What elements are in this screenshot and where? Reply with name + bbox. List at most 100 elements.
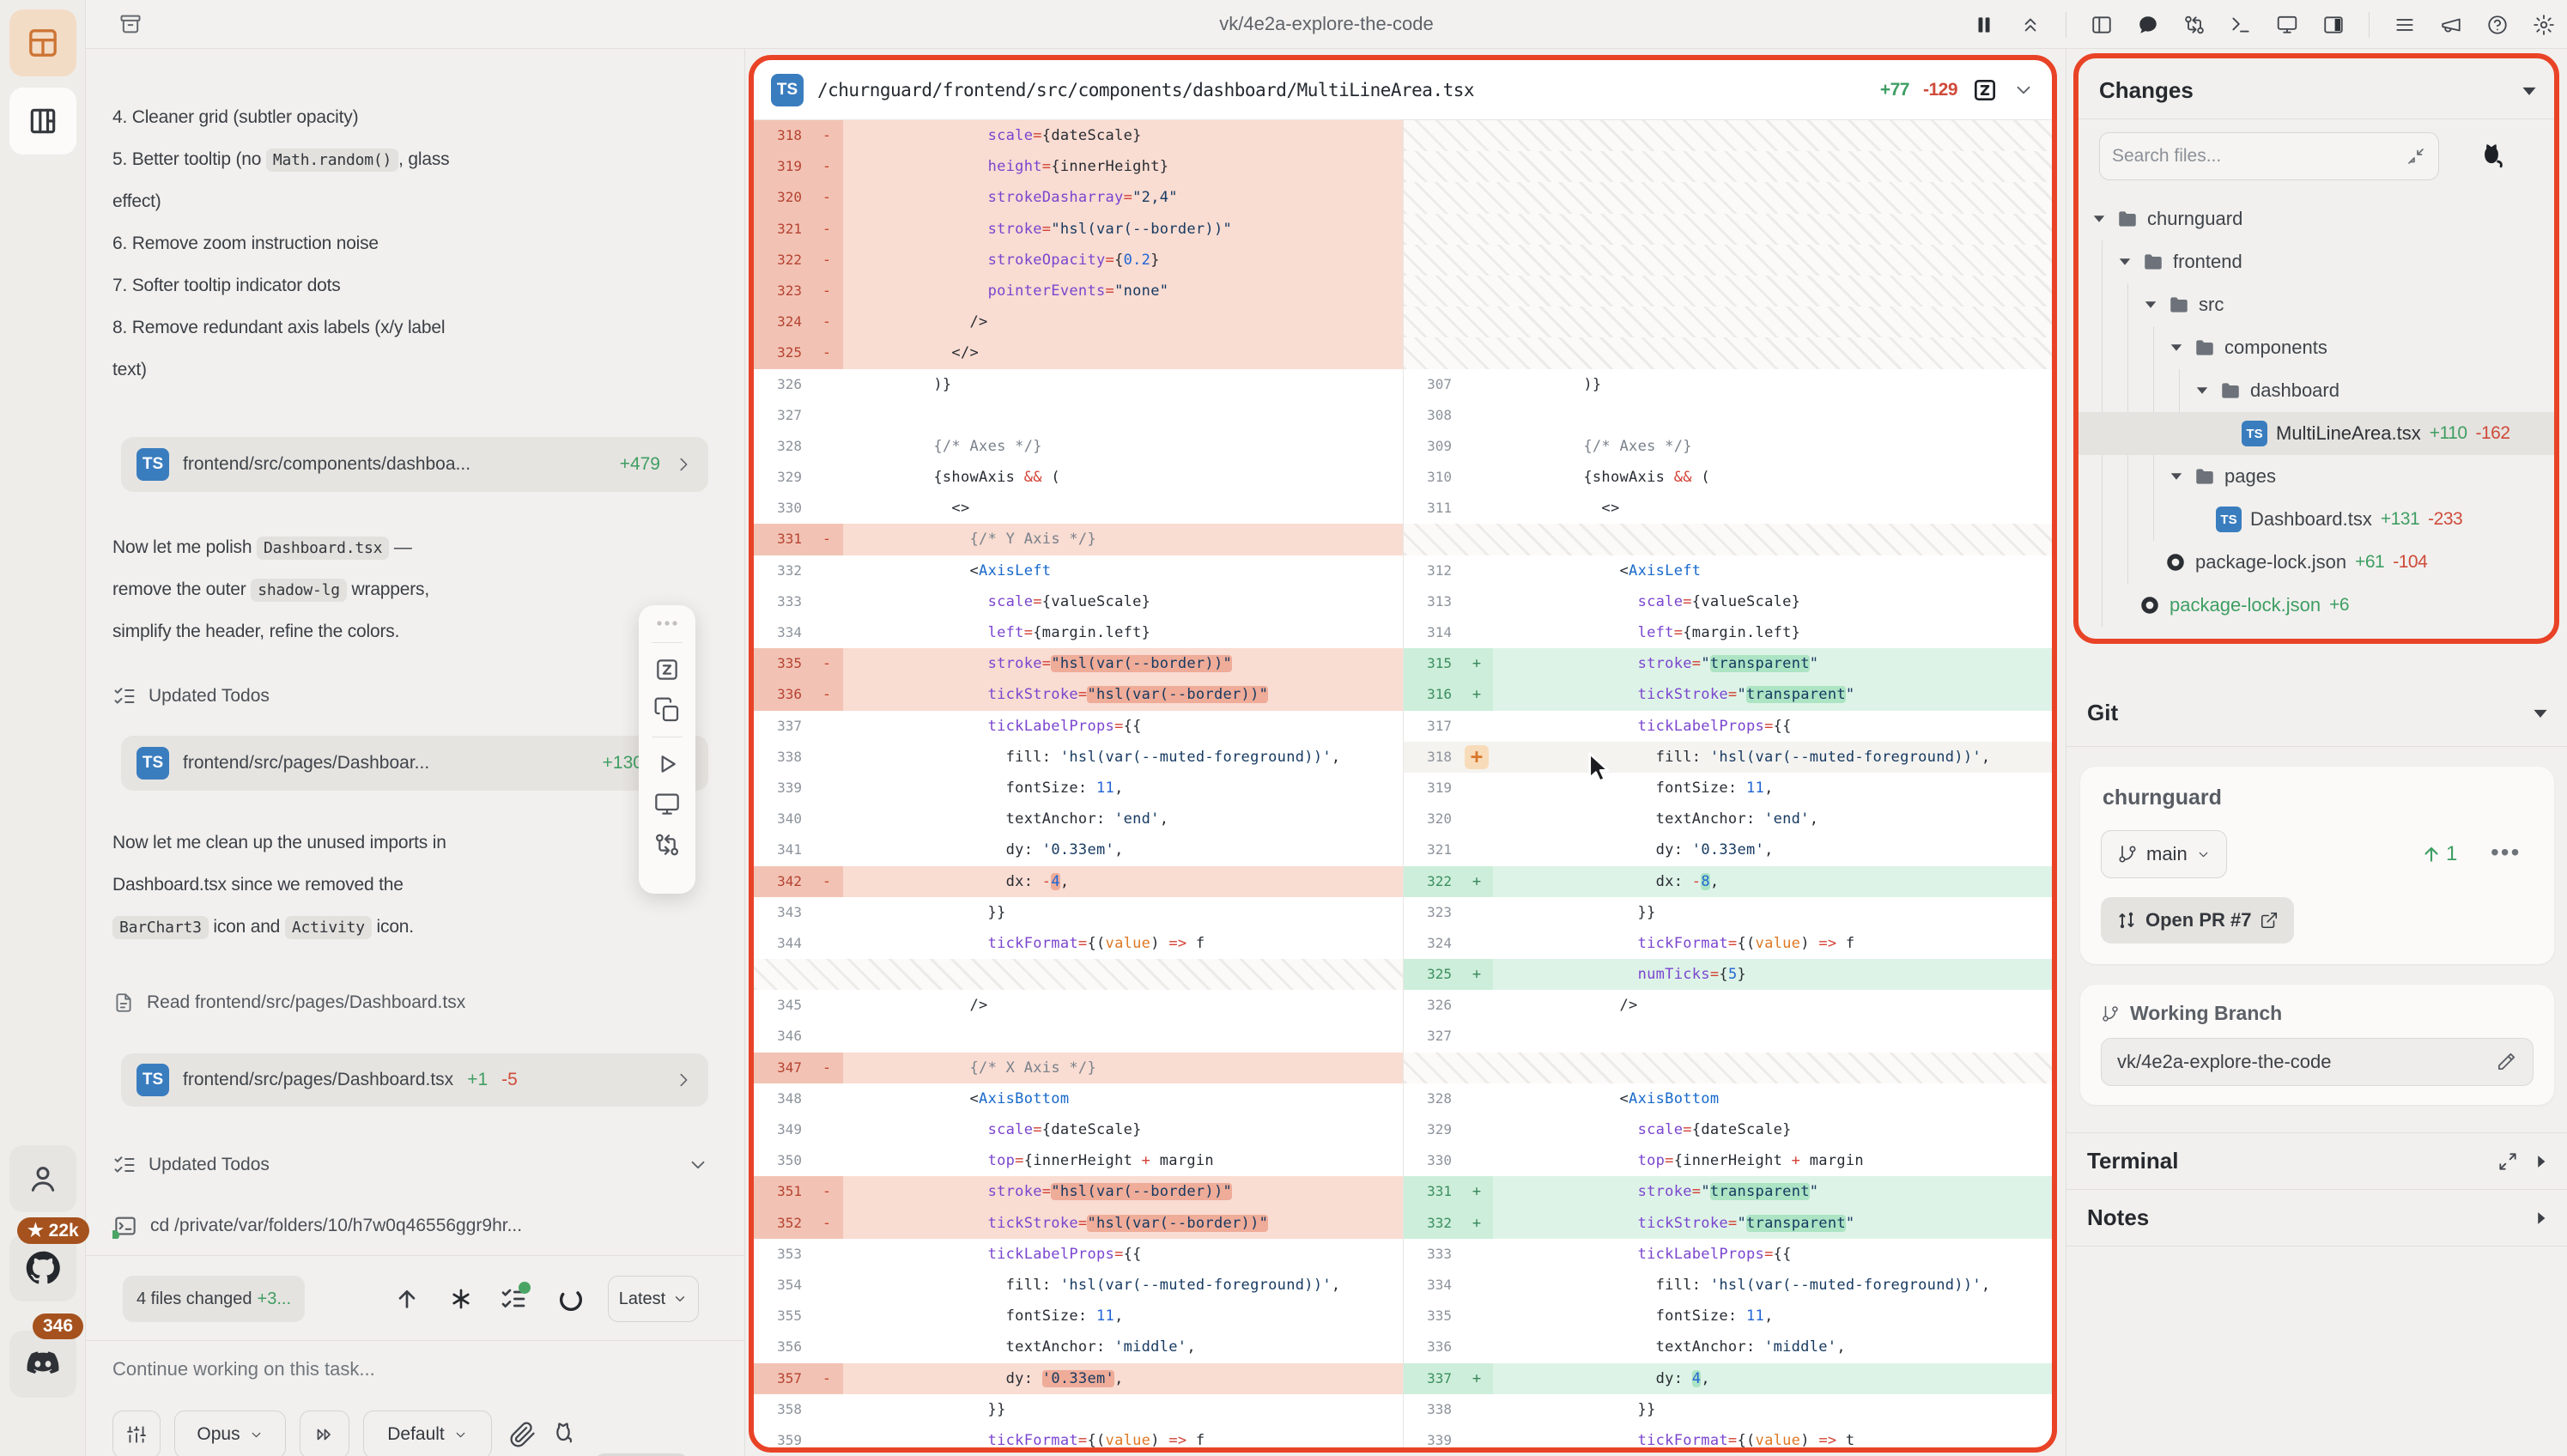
chat-bubble-icon[interactable] bbox=[2137, 14, 2159, 36]
tree-item-dashboard[interactable]: dashboard bbox=[2078, 369, 2554, 412]
mode-dropdown[interactable]: Default bbox=[363, 1410, 492, 1456]
open-pr-button[interactable]: Open PR #7 bbox=[2101, 897, 2294, 943]
more-menu[interactable]: ••• bbox=[2491, 839, 2521, 866]
message-input[interactable] bbox=[112, 1358, 671, 1380]
settings-sliders-button[interactable] bbox=[112, 1410, 161, 1456]
github-button[interactable] bbox=[9, 1235, 76, 1301]
layout-view-button[interactable] bbox=[9, 9, 76, 76]
tree-item-churnguard[interactable]: churnguard bbox=[2078, 197, 2554, 240]
play-icon[interactable] bbox=[653, 750, 681, 778]
discord-button[interactable] bbox=[9, 1331, 76, 1398]
menu-icon[interactable] bbox=[2394, 14, 2416, 36]
paperclip-icon[interactable] bbox=[509, 1421, 537, 1448]
diff-marker bbox=[810, 1114, 843, 1145]
diff-row: 322- strokeOpacity={0.2} bbox=[754, 245, 2052, 276]
add-comment-button[interactable]: + bbox=[1465, 745, 1489, 769]
panel-left-icon[interactable] bbox=[2091, 14, 2113, 36]
asterisk-icon[interactable] bbox=[447, 1285, 475, 1313]
changes-header[interactable]: Changes bbox=[2099, 77, 2539, 104]
copy-icon[interactable] bbox=[653, 696, 681, 724]
tree-item-package-lock-json[interactable]: package-lock.json+61-104 bbox=[2078, 541, 2554, 584]
tree-item-label: pages bbox=[2224, 465, 2276, 488]
expand-icon[interactable] bbox=[2497, 1150, 2519, 1173]
diff-line: 337+ dy: 4, bbox=[1403, 1363, 2052, 1394]
code-line: strokeDasharray="2,4" bbox=[843, 182, 1403, 213]
tree-item-package-lock-json[interactable]: package-lock.json+6 bbox=[2078, 584, 2554, 627]
assistant-message-2-l2: Dashboard.tsx since we removed the bbox=[112, 864, 713, 906]
chevron-down-icon[interactable] bbox=[687, 1154, 709, 1176]
search-input[interactable] bbox=[2112, 146, 2406, 167]
code-line: numTicks={5} bbox=[1493, 959, 2052, 990]
diff-empty-region bbox=[1403, 214, 2052, 245]
board-view-button[interactable] bbox=[9, 88, 76, 155]
file-chip-multilinearea[interactable]: TS frontend/src/components/dashboa... +4… bbox=[121, 437, 708, 492]
branch-dropdown[interactable]: main bbox=[2101, 830, 2227, 878]
terminal-section-header[interactable]: Terminal bbox=[2087, 1148, 2550, 1174]
pencil-icon[interactable] bbox=[2495, 1051, 2517, 1073]
version-dropdown[interactable]: Latest bbox=[608, 1276, 699, 1322]
code-line: }} bbox=[1493, 1394, 2052, 1425]
code-line: <AxisLeft bbox=[843, 555, 1403, 586]
diff-marker bbox=[810, 1270, 843, 1301]
line-number: 334 bbox=[1404, 1270, 1460, 1301]
tree-item-dashboard-tsx[interactable]: TSDashboard.tsx+131-233 bbox=[2078, 498, 2554, 541]
drag-handle-icon[interactable] bbox=[652, 617, 682, 629]
tree-item-multilinearea-tsx[interactable]: TSMultiLineArea.tsx+110-162 bbox=[2078, 412, 2554, 455]
document-icon bbox=[112, 992, 135, 1014]
file-chip-dashboard-small[interactable]: TS frontend/src/pages/Dashboard.tsx +1 -… bbox=[121, 1053, 708, 1107]
tree-item-pages[interactable]: pages bbox=[2078, 455, 2554, 498]
read-file-row[interactable]: Read frontend/src/pages/Dashboard.tsx bbox=[112, 992, 465, 1014]
code-line: dy: 4, bbox=[1493, 1363, 2052, 1394]
annotate-diff-icon[interactable] bbox=[653, 656, 681, 683]
diff-marker bbox=[810, 1394, 843, 1425]
line-number: 324 bbox=[1404, 928, 1460, 959]
file-search[interactable] bbox=[2099, 132, 2439, 180]
monitor-icon[interactable] bbox=[2276, 14, 2298, 36]
chevron-down-icon[interactable] bbox=[2012, 79, 2035, 101]
cat-icon[interactable] bbox=[549, 1421, 577, 1448]
monitor-icon[interactable] bbox=[653, 791, 681, 818]
git-header[interactable]: Git bbox=[2087, 700, 2550, 726]
typescript-badge: TS bbox=[137, 1064, 169, 1096]
line-number: 332 bbox=[1404, 1208, 1460, 1239]
chevron-right-icon[interactable] bbox=[2533, 1153, 2550, 1170]
settings-gear-icon[interactable] bbox=[2533, 14, 2555, 36]
panel-right-icon[interactable] bbox=[2322, 14, 2345, 36]
code-line: tickStroke="hsl(var(--border))" bbox=[843, 679, 1403, 710]
megaphone-icon[interactable] bbox=[2440, 14, 2462, 36]
review-mode-icon[interactable] bbox=[1971, 76, 1999, 104]
chevron-right-icon[interactable] bbox=[2533, 1210, 2550, 1227]
diff-marker: - bbox=[810, 1176, 843, 1207]
terminal-command-row[interactable]: cd /private/var/folders/10/h7w0q46556ggr… bbox=[112, 1213, 709, 1239]
cat-icon[interactable] bbox=[2475, 141, 2508, 173]
line-number: 334 bbox=[754, 617, 810, 648]
pause-icon[interactable] bbox=[1973, 14, 1995, 36]
todos-status-icon[interactable] bbox=[500, 1285, 527, 1313]
code-line: fontSize: 11, bbox=[1493, 1301, 2052, 1332]
git-compare-icon[interactable] bbox=[653, 831, 681, 858]
file-chip-dashboard-large[interactable]: TS frontend/src/pages/Dashboar... +130 -… bbox=[121, 736, 708, 791]
account-button[interactable] bbox=[9, 1145, 76, 1212]
chevrons-up-icon[interactable] bbox=[2019, 14, 2042, 36]
updated-todos-row-2[interactable]: Updated Todos bbox=[112, 1153, 709, 1177]
diff-row: 339 fontSize: 11,319 fontSize: 11, bbox=[754, 773, 2052, 804]
notes-section-header[interactable]: Notes bbox=[2087, 1204, 2550, 1231]
line-number: 339 bbox=[754, 773, 810, 804]
code-line: <AxisBottom bbox=[843, 1083, 1403, 1114]
terminal-icon[interactable] bbox=[2230, 14, 2252, 36]
arrow-up-icon[interactable] bbox=[393, 1285, 421, 1313]
tree-item-frontend[interactable]: frontend bbox=[2078, 240, 2554, 283]
git-compare-icon[interactable] bbox=[2183, 14, 2206, 36]
tree-item-components[interactable]: components bbox=[2078, 326, 2554, 369]
collapse-icon[interactable] bbox=[2406, 146, 2426, 167]
diff-marker: - bbox=[810, 648, 843, 679]
fast-forward-button[interactable] bbox=[300, 1410, 349, 1456]
line-number: 339 bbox=[1404, 1425, 1460, 1447]
files-changed-chip[interactable]: 4 files changed +3... bbox=[123, 1276, 305, 1322]
diff-row: 321- stroke="hsl(var(--border))" bbox=[754, 214, 2052, 245]
help-icon[interactable] bbox=[2486, 14, 2509, 36]
tree-item-src[interactable]: src bbox=[2078, 283, 2554, 326]
model-dropdown[interactable]: Opus bbox=[174, 1410, 286, 1456]
working-branch-field[interactable]: vk/4e2a-explore-the-code bbox=[2101, 1038, 2534, 1086]
updated-todos-row[interactable]: Updated Todos bbox=[112, 684, 270, 708]
